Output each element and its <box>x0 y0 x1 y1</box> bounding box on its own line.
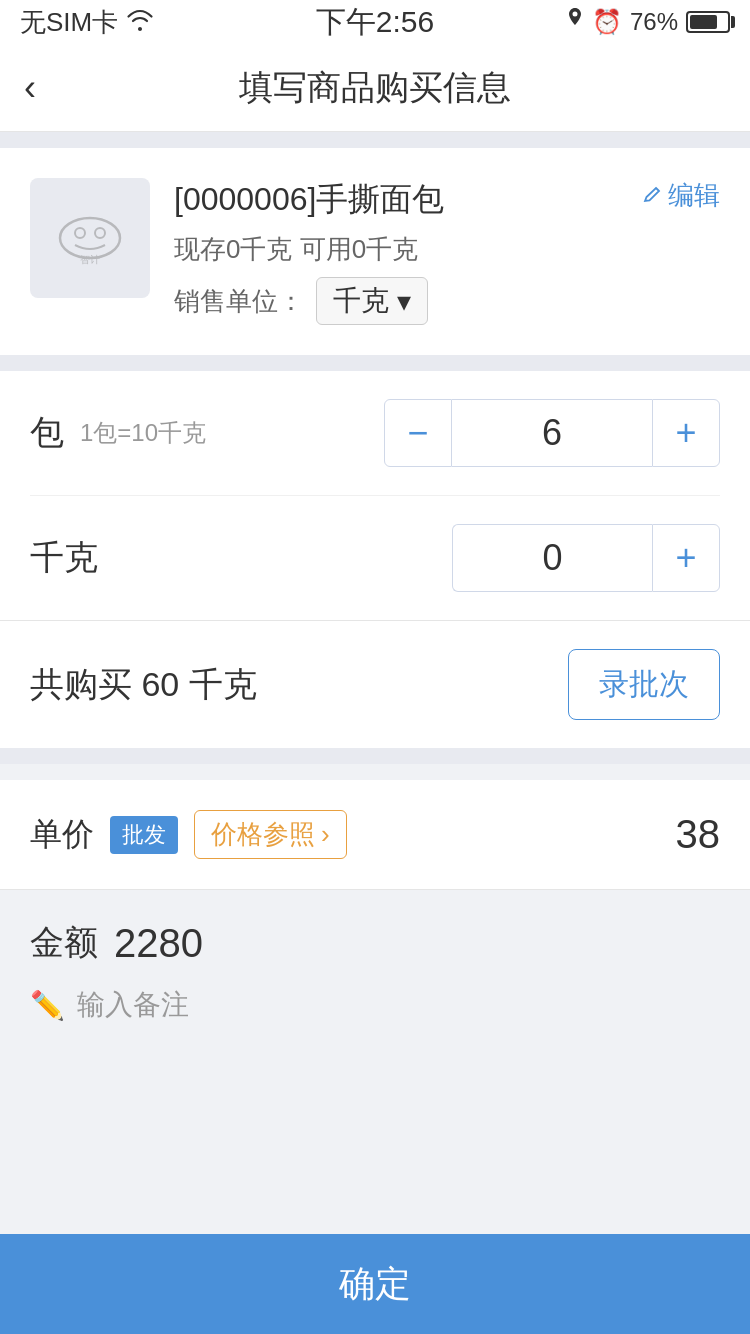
total-label: 共购买 60 千克 <box>30 662 257 708</box>
record-batch-button[interactable]: 录批次 <box>568 649 720 720</box>
divider-top <box>0 132 750 148</box>
bao-input[interactable] <box>452 399 652 467</box>
kg-qty-control: + <box>452 524 720 592</box>
product-logo: 智计 <box>55 203 125 273</box>
price-tag: 批发 <box>110 816 178 854</box>
unit-select[interactable]: 千克 ▾ <box>316 277 428 325</box>
kg-quantity-row: 千克 + <box>30 496 720 620</box>
battery-icon <box>686 11 730 33</box>
price-left: 单价 批发 价格参照 › <box>30 810 347 859</box>
divider-product <box>0 355 750 371</box>
status-time: 下午2:56 <box>316 2 434 43</box>
battery-percent: 76% <box>630 8 678 36</box>
edit-icon <box>642 185 664 207</box>
divider-total <box>0 748 750 764</box>
product-unit-row: 销售单位： 千克 ▾ <box>174 277 720 325</box>
edit-link[interactable]: 编辑 <box>642 178 720 213</box>
product-info: [0000006]手撕面包 编辑 现存0千克 可用0千克 销售单位： 千克 ▾ <box>174 178 720 325</box>
total-section: 共购买 60 千克 录批次 <box>0 621 750 748</box>
svg-point-2 <box>95 228 105 238</box>
bao-label: 包 1包=10千克 <box>30 410 206 456</box>
product-card: 智计 [0000006]手撕面包 编辑 现存0千克 可用0千克 销售单位： 千克… <box>0 148 750 355</box>
wifi-icon <box>126 7 154 38</box>
amount-label: 金额 <box>30 920 98 966</box>
page-title: 填写商品购买信息 <box>239 65 511 111</box>
status-right: ⏰ 76% <box>566 8 730 36</box>
quantity-section: 包 1包=10千克 − + 千克 + <box>0 371 750 620</box>
svg-point-1 <box>75 228 85 238</box>
location-icon <box>566 8 584 36</box>
product-stock: 现存0千克 可用0千克 <box>174 232 720 267</box>
bao-hint: 1包=10千克 <box>80 417 206 449</box>
unit-value: 千克 <box>333 282 389 320</box>
price-label: 单价 <box>30 813 94 857</box>
unit-label: 销售单位： <box>174 284 304 319</box>
nav-bar: ‹ 填写商品购买信息 <box>0 44 750 132</box>
price-value: 38 <box>676 812 721 857</box>
amount-value: 2280 <box>114 921 203 966</box>
product-title-row: [0000006]手撕面包 编辑 <box>174 178 720 222</box>
status-bar: 无SIM卡 下午2:56 ⏰ 76% <box>0 0 750 44</box>
unit-chevron-icon: ▾ <box>397 285 411 318</box>
note-edit-icon: ✏️ <box>30 989 65 1022</box>
bao-plus-button[interactable]: + <box>652 399 720 467</box>
price-section: 单价 批发 价格参照 › 38 <box>0 780 750 889</box>
amount-row: 金额 2280 <box>30 920 720 966</box>
kg-label: 千克 <box>30 535 98 581</box>
product-image: 智计 <box>30 178 150 298</box>
carrier-label: 无SIM卡 <box>20 5 118 40</box>
amount-section: 金额 2280 ✏️ 输入备注 <box>0 890 750 1044</box>
kg-input[interactable] <box>452 524 652 592</box>
kg-plus-button[interactable]: + <box>652 524 720 592</box>
svg-point-0 <box>60 218 120 258</box>
bao-quantity-row: 包 1包=10千克 − + <box>30 371 720 496</box>
product-name: [0000006]手撕面包 <box>174 178 444 222</box>
status-left: 无SIM卡 <box>20 5 154 40</box>
price-ref-button[interactable]: 价格参照 › <box>194 810 347 859</box>
confirm-button[interactable]: 确定 <box>0 1234 750 1334</box>
bao-minus-button[interactable]: − <box>384 399 452 467</box>
back-button[interactable]: ‹ <box>24 67 36 109</box>
price-ref-arrow-icon: › <box>321 819 330 850</box>
note-placeholder[interactable]: 输入备注 <box>77 986 189 1024</box>
alarm-icon: ⏰ <box>592 8 622 36</box>
bao-qty-control: − + <box>384 399 720 467</box>
note-row[interactable]: ✏️ 输入备注 <box>30 986 720 1024</box>
svg-text:智计: 智计 <box>80 254 100 265</box>
